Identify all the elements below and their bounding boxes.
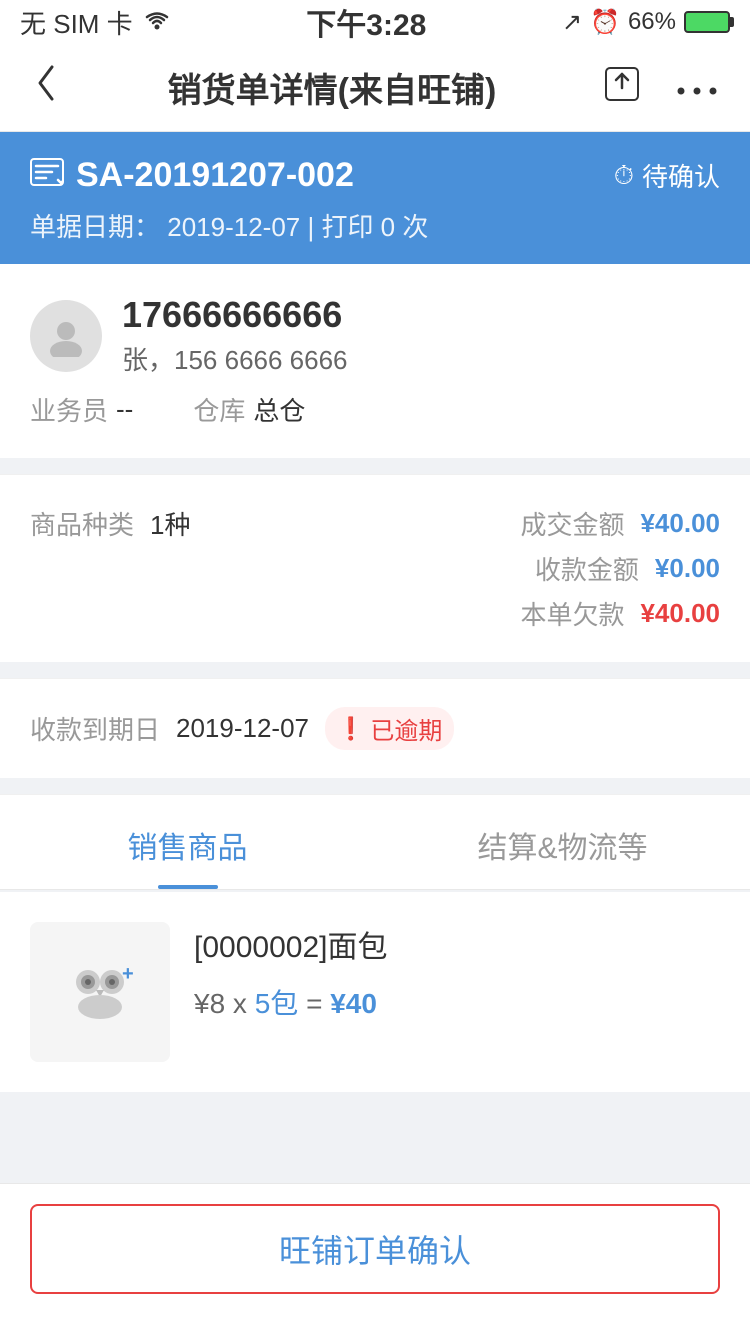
summary-card: 商品种类 1种 成交金额 ¥40.00 收款金额 ¥0.00 本单欠款 ¥40.… (0, 475, 750, 662)
location-icon: ↗ (562, 8, 582, 37)
status-text: 待确认 (642, 157, 720, 194)
amount-value-1: ¥0.00 (655, 553, 720, 584)
battery-percent: 66% (628, 8, 676, 36)
order-header-top: SA-20191207-002 ⏱ 待确认 (30, 156, 720, 195)
avatar (30, 300, 102, 372)
product-type-label: 商品种类 (30, 505, 134, 542)
alarm-icon: ⏰ (590, 8, 620, 37)
date-label: 单据日期： (30, 212, 160, 242)
order-header: SA-20191207-002 ⏱ 待确认 单据日期： 2019-12-07 |… (0, 132, 750, 264)
order-status: ⏱ 待确认 (614, 157, 720, 194)
status-right: ↗ ⏰ 66% (562, 8, 730, 37)
customer-meta: 业务员 -- 仓库 总仓 (30, 391, 720, 428)
warehouse-value: 总仓 (253, 391, 305, 428)
order-icon (30, 156, 64, 195)
print-info: | 打印 0 次 (307, 212, 428, 242)
status-bar: 无 SIM 卡 下午3:28 ↗ ⏰ 66% (0, 0, 750, 44)
summary-right: 成交金额 ¥40.00 收款金额 ¥0.00 本单欠款 ¥40.00 (520, 505, 720, 632)
status-time: 下午3:28 (306, 0, 426, 44)
customer-info: 17666666666 张，156 6666 6666 (122, 294, 348, 377)
bottom-action: 旺铺订单确认 (0, 1183, 750, 1334)
amount-label-0: 成交金额 (520, 505, 624, 542)
status-clock-icon: ⏱ (614, 160, 634, 192)
overdue-text: 已逾期 (370, 711, 442, 746)
amount-item-2: 本单欠款 ¥40.00 (520, 595, 720, 632)
amount-label-2: 本单欠款 (520, 595, 624, 632)
product-info: [0000002]面包 ¥8 x 5包 = ¥40 (194, 922, 720, 1022)
amount-value-0: ¥40.00 (640, 508, 720, 539)
product-thumbnail: + (30, 922, 170, 1062)
salesperson-value: -- (116, 394, 133, 425)
nav-actions (596, 58, 726, 118)
tab-products[interactable]: 销售商品 (0, 795, 375, 889)
back-button[interactable] (24, 53, 68, 122)
tab-settlement[interactable]: 结算&物流等 (375, 795, 750, 889)
order-id-text: SA-20191207-002 (76, 156, 354, 195)
customer-name: 张，156 6666 6666 (122, 340, 348, 377)
wifi-icon (143, 12, 171, 32)
product-equals: = (306, 988, 330, 1019)
product-name: [0000002]面包 (194, 922, 720, 966)
summary-left: 商品种类 1种 (30, 505, 190, 542)
tabs-container: 销售商品 结算&物流等 (0, 795, 750, 890)
warehouse-label: 仓库 (193, 391, 245, 428)
customer-top: 17666666666 张，156 6666 6666 (30, 294, 720, 377)
product-item: + [0000002]面包 ¥8 x 5包 = ¥40 (0, 892, 750, 1092)
due-label: 收款到期日 (30, 710, 160, 747)
products-section: + [0000002]面包 ¥8 x 5包 = ¥40 (0, 892, 750, 1092)
order-date-line: 单据日期： 2019-12-07 | 打印 0 次 (30, 207, 720, 244)
product-type-value: 1种 (150, 505, 190, 542)
product-total: ¥40 (330, 988, 377, 1019)
amount-label-1: 收款金额 (535, 550, 639, 587)
page-title: 销货单详情(来自旺铺) (168, 63, 497, 112)
amount-item-1: 收款金额 ¥0.00 (535, 550, 720, 587)
summary-row: 商品种类 1种 成交金额 ¥40.00 收款金额 ¥0.00 本单欠款 ¥40.… (30, 505, 720, 632)
product-price: ¥8 x 5包 = ¥40 (194, 982, 720, 1022)
salesperson-item: 业务员 -- (30, 391, 133, 428)
amount-value-2: ¥40.00 (640, 598, 720, 629)
order-id: SA-20191207-002 (30, 156, 354, 195)
product-thumb-logo: + (60, 952, 140, 1033)
more-button[interactable] (668, 61, 726, 114)
customer-phone: 17666666666 (122, 294, 348, 336)
customer-card: 17666666666 张，156 6666 6666 业务员 -- 仓库 总仓 (0, 264, 750, 458)
battery-icon (684, 11, 730, 33)
due-date-value: 2019-12-07 (176, 713, 309, 744)
product-qty: 5包 (255, 988, 299, 1019)
product-unit-price: ¥8 x (194, 988, 255, 1019)
share-button[interactable] (596, 58, 648, 118)
warehouse-item: 仓库 总仓 (193, 391, 305, 428)
confirm-button[interactable]: 旺铺订单确认 (30, 1204, 720, 1294)
overdue-badge: ❗ 已逾期 (325, 707, 454, 750)
nav-bar: 销货单详情(来自旺铺) (0, 44, 750, 132)
tab-settlement-label: 结算&物流等 (477, 832, 647, 865)
order-date: 2019-12-07 (167, 212, 300, 242)
status-left: 无 SIM 卡 (20, 4, 171, 41)
svg-text:+: + (122, 963, 134, 985)
tab-products-label: 销售商品 (128, 832, 248, 865)
carrier-text: 无 SIM 卡 (20, 4, 133, 41)
due-date-card: 收款到期日 2019-12-07 ❗ 已逾期 (0, 679, 750, 778)
amount-item-0: 成交金额 ¥40.00 (520, 505, 720, 542)
overdue-alert-icon: ❗ (337, 716, 364, 742)
salesperson-label: 业务员 (30, 391, 108, 428)
